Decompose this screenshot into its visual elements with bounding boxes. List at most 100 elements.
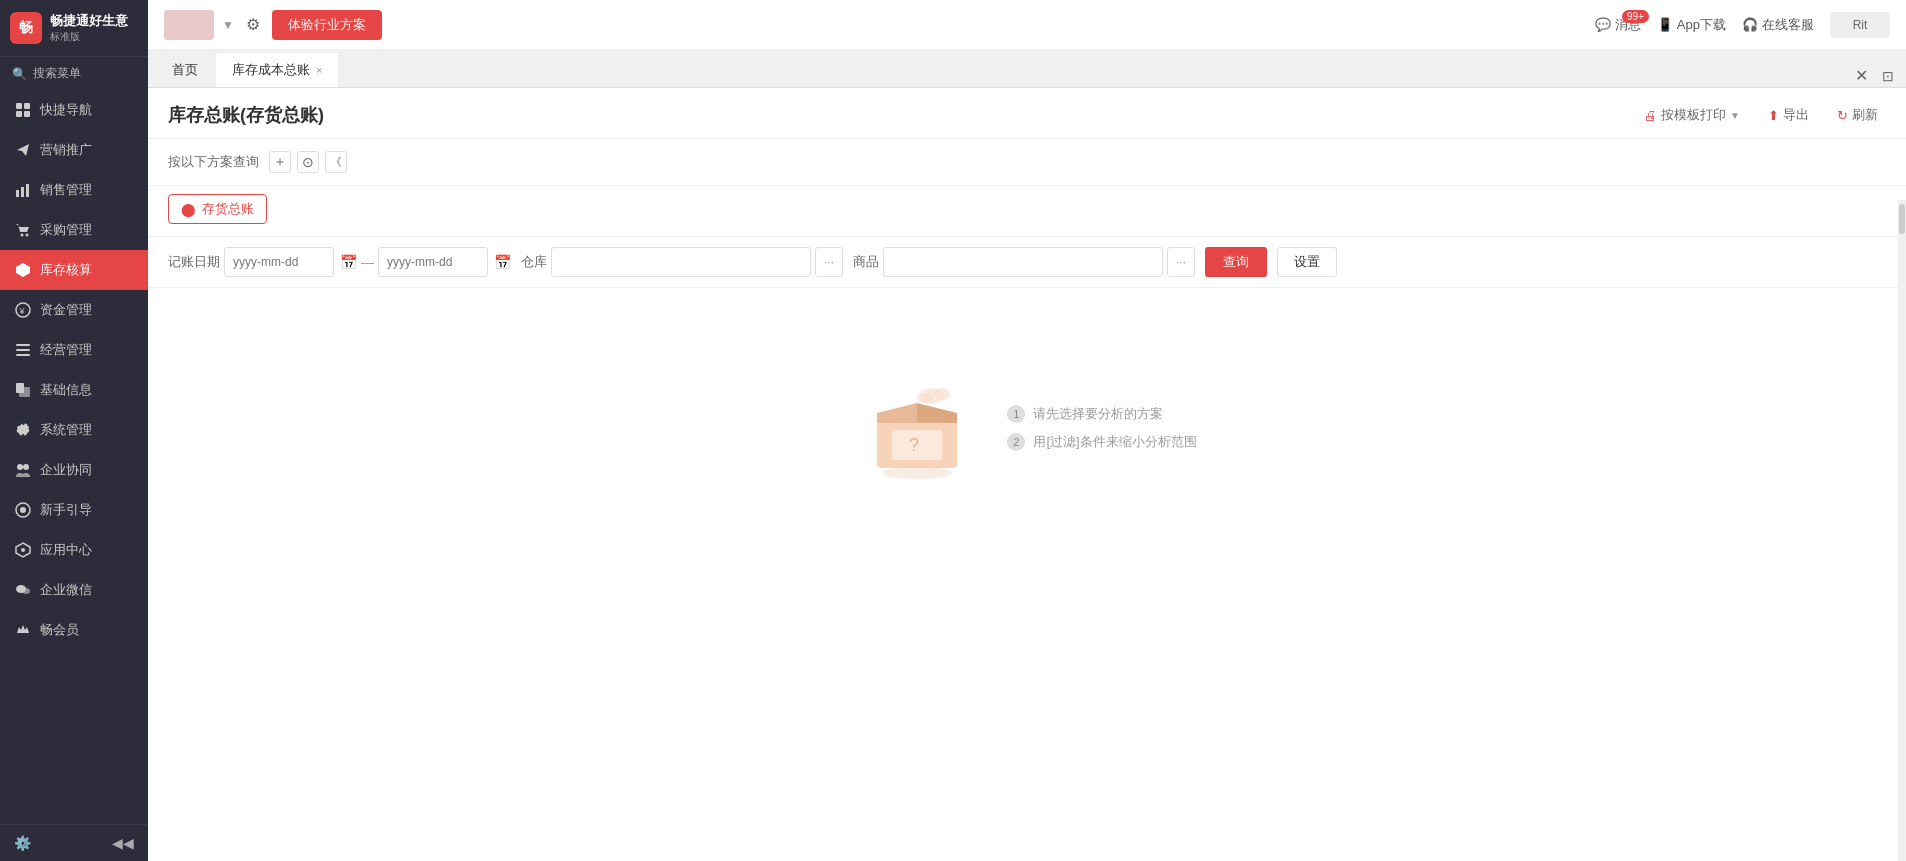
print-dropdown-icon[interactable]: ▼ (1730, 110, 1740, 121)
operations-icon (14, 341, 32, 359)
goods-more-button[interactable]: ··· (1167, 247, 1195, 277)
dropdown-arrow-icon[interactable]: ▼ (222, 18, 234, 32)
print-button[interactable]: 🖨 按模板打印 ▼ (1636, 102, 1748, 128)
page-inner: 库存总账(存货总账) 🖨 按模板打印 ▼ ⬆ 导出 ↻ 刷新 (148, 88, 1906, 861)
tip-number-1: 1 (1007, 405, 1025, 423)
home-tab-label: 首页 (172, 61, 198, 79)
print-icon: 🖨 (1644, 108, 1657, 123)
sidebar-item-cooperation[interactable]: 企业协同 (0, 450, 148, 490)
purchase-icon (14, 221, 32, 239)
message-icon: 💬 (1595, 17, 1611, 32)
svg-rect-12 (16, 349, 30, 351)
svg-rect-3 (24, 111, 30, 117)
filter-add-button[interactable]: ＋ (269, 151, 291, 173)
tab-home[interactable]: 首页 (156, 53, 214, 87)
tab-inventory-ledger[interactable]: 库存成本总账 × (216, 53, 338, 87)
svg-text:?: ? (909, 435, 919, 455)
search-menu[interactable]: 🔍 搜索菜单 (0, 57, 148, 90)
wechat-icon (14, 581, 32, 599)
app-download-item[interactable]: 📱 App下载 (1657, 16, 1726, 34)
sidebar-item-base[interactable]: 基础信息 (0, 370, 148, 410)
settings-gear-icon[interactable]: ⚙ (246, 15, 260, 34)
tab-bar: 首页 库存成本总账 × ✕ ⊡ (148, 50, 1906, 88)
main-wrapper: ▼ ⚙ 体验行业方案 💬 消息 99+ 📱 App下载 🎧 在线客服 Rit (148, 0, 1906, 861)
date-separator: — (361, 255, 374, 270)
svg-point-19 (20, 507, 26, 513)
filter-settings-button[interactable]: ⊙ (297, 151, 319, 173)
scrollbar-thumb[interactable] (1899, 204, 1905, 234)
message-item[interactable]: 💬 消息 99+ (1595, 16, 1641, 34)
scheme-tag-inventory[interactable]: ⬤ 存货总账 (168, 194, 267, 224)
fold-sidebar-icon[interactable]: ◀◀ (112, 835, 134, 851)
online-support-item[interactable]: 🎧 在线客服 (1742, 16, 1814, 34)
svg-point-8 (26, 234, 29, 237)
search-icon: 🔍 (12, 67, 27, 81)
sidebar-item-wechat[interactable]: 企业微信 (0, 570, 148, 610)
warehouse-input[interactable] (551, 247, 811, 277)
filter-collapse-button[interactable]: 《 (325, 151, 347, 173)
sidebar-item-inventory[interactable]: 库存核算 (0, 250, 148, 290)
sidebar-item-apps[interactable]: 应用中心 (0, 530, 148, 570)
page-header: 库存总账(存货总账) 🖨 按模板打印 ▼ ⬆ 导出 ↻ 刷新 (148, 88, 1906, 139)
quick-nav-icon (14, 101, 32, 119)
app-logo-text: 畅捷通好生意 标准版 (50, 13, 128, 43)
date-start-input[interactable] (224, 247, 334, 277)
apps-icon (14, 541, 32, 559)
sidebar-item-newbie[interactable]: 新手引导 (0, 490, 148, 530)
svg-point-22 (22, 588, 30, 594)
sales-icon (14, 181, 32, 199)
svg-rect-0 (16, 103, 22, 109)
marketing-icon (14, 141, 32, 159)
panel-close-x-icon[interactable]: ✕ (1849, 64, 1874, 87)
user-info-area[interactable]: Rit (1830, 12, 1890, 38)
sidebar-item-sales[interactable]: 销售管理 (0, 170, 148, 210)
industry-solution-button[interactable]: 体验行业方案 (272, 10, 382, 40)
sidebar-nav: 快捷导航 营销推广 销售管理 采购管理 库存核算 (0, 90, 148, 824)
newbie-icon (14, 501, 32, 519)
user-avatar-placeholder (164, 10, 214, 40)
filter-bar: 按以下方案查询 ＋ ⊙ 《 (148, 139, 1906, 186)
inventory-icon (14, 261, 32, 279)
svg-rect-15 (19, 387, 30, 397)
svg-point-29 (917, 393, 933, 403)
sidebar-item-capital[interactable]: ¥ 资金管理 (0, 290, 148, 330)
goods-field-group: 商品 ··· (853, 247, 1195, 277)
calendar-start-icon[interactable]: 📅 (340, 254, 357, 270)
warehouse-more-button[interactable]: ··· (815, 247, 843, 277)
svg-point-20 (21, 548, 25, 552)
empty-tip-2: 2 用[过滤]条件来缩小分析范围 (1007, 433, 1196, 451)
tab-close-icon[interactable]: × (316, 64, 322, 76)
sidebar-item-system[interactable]: 系统管理 (0, 410, 148, 450)
headset-icon: 🎧 (1742, 17, 1758, 32)
refresh-icon: ↻ (1837, 108, 1848, 123)
sidebar-item-vip[interactable]: 畅会员 (0, 610, 148, 650)
page-title: 库存总账(存货总账) (168, 103, 324, 127)
sidebar-item-quick-nav[interactable]: 快捷导航 (0, 90, 148, 130)
settings-button[interactable]: 设置 (1277, 247, 1337, 277)
search-button[interactable]: 查询 (1205, 247, 1267, 277)
sidebar-item-operations[interactable]: 经营管理 (0, 330, 148, 370)
tab-label: 库存成本总账 (232, 61, 310, 79)
tip-number-2: 2 (1007, 433, 1025, 451)
refresh-button[interactable]: ↻ 刷新 (1829, 102, 1886, 128)
export-button[interactable]: ⬆ 导出 (1760, 102, 1817, 128)
topbar: ▼ ⚙ 体验行业方案 💬 消息 99+ 📱 App下载 🎧 在线客服 Rit (148, 0, 1906, 50)
topbar-right: 💬 消息 99+ 📱 App下载 🎧 在线客服 Rit (1595, 12, 1890, 38)
panel-resize-icon[interactable]: ⊡ (1878, 66, 1898, 86)
goods-input[interactable] (883, 247, 1163, 277)
sidebar-logo: 畅 畅捷通好生意 标准版 (0, 0, 148, 57)
warehouse-field-group: 仓库 ··· (521, 247, 843, 277)
empty-illustration: ? (857, 368, 977, 488)
svg-rect-5 (21, 187, 24, 197)
sidebar-item-purchase[interactable]: 采购管理 (0, 210, 148, 250)
export-icon: ⬆ (1768, 108, 1779, 123)
date-end-input[interactable] (378, 247, 488, 277)
scrollbar-track[interactable] (1898, 200, 1906, 861)
scheme-icon: ⬤ (181, 202, 196, 217)
cooperation-icon (14, 461, 32, 479)
warehouse-label: 仓库 (521, 253, 547, 271)
settings-footer-icon[interactable]: ⚙️ (14, 835, 31, 851)
calendar-end-icon[interactable]: 📅 (494, 254, 511, 270)
sidebar-item-marketing[interactable]: 营销推广 (0, 130, 148, 170)
vip-icon (14, 621, 32, 639)
